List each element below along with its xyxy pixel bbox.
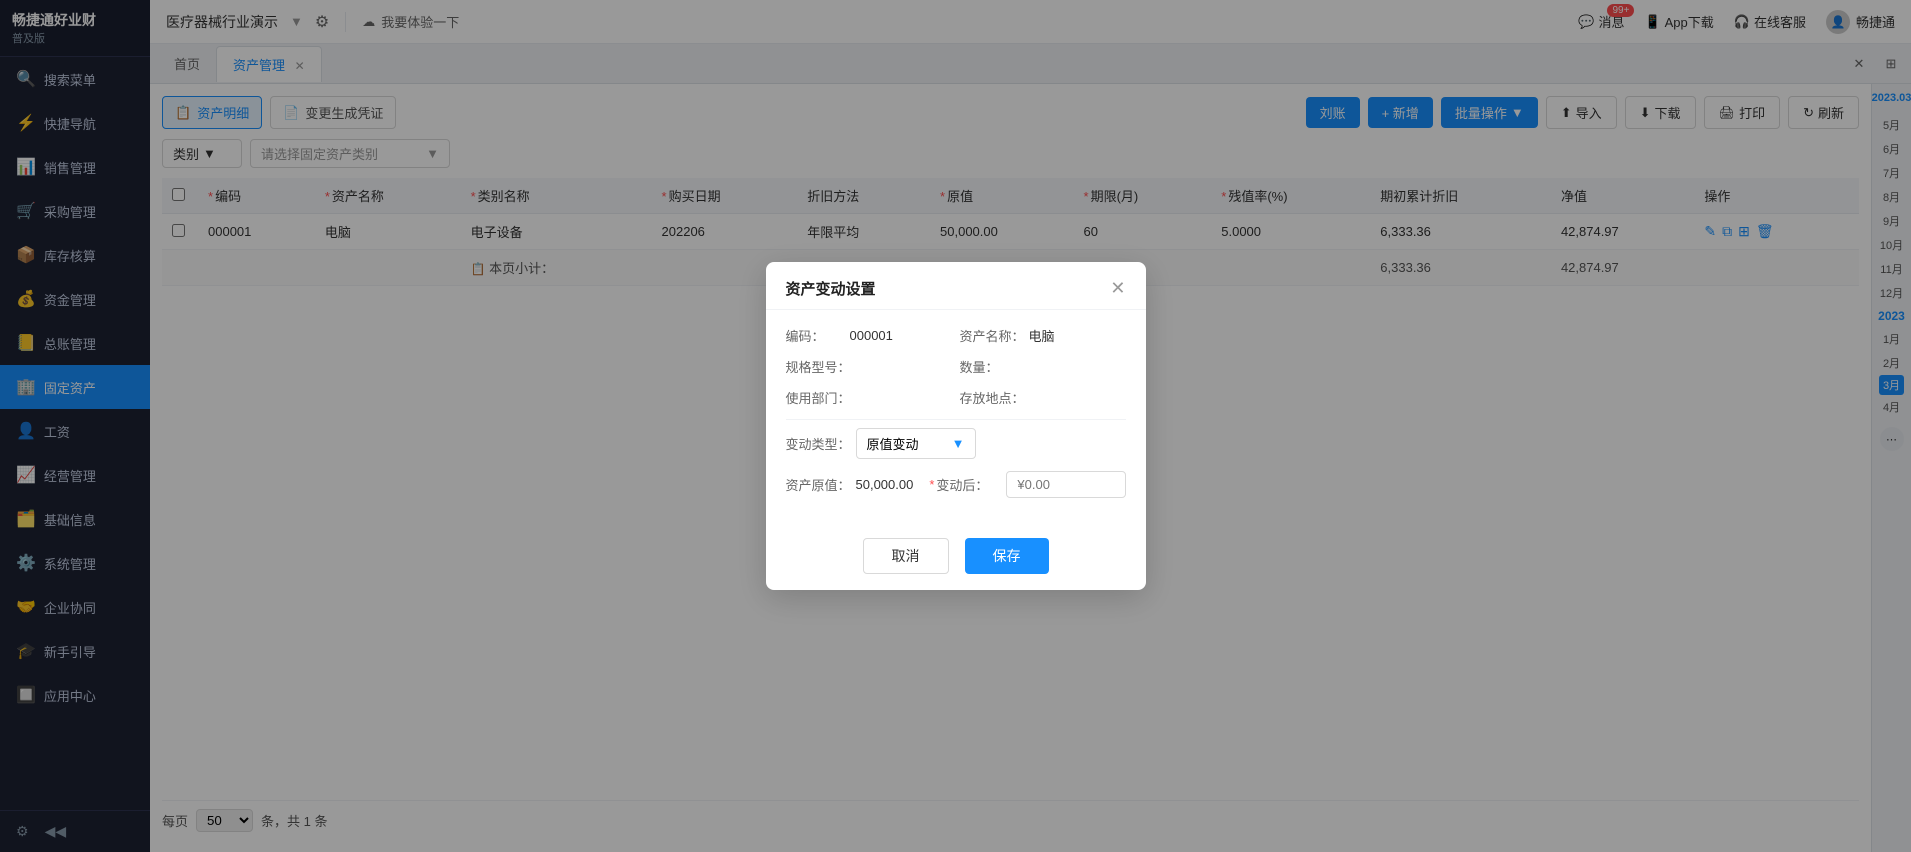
change-type-value: 原值变动 [867,434,919,453]
asset-original-value: 50,000.00 [856,477,914,492]
dialog-field-spec: 规格型号： [786,357,952,376]
required-star: * [929,477,934,492]
dialog-field-quantity: 数量： [960,357,1126,376]
spec-label: 规格型号： [786,357,851,376]
asset-name-label: 资产名称： [960,326,1025,345]
asset-original-label: 资产原值： [786,475,856,494]
dialog-field-location: 存放地点： [960,388,1126,407]
dialog-footer: 取消 保存 [766,526,1146,590]
dialog-body: 编码： 000001 资产名称： 电脑 规格型号： 数量： [766,310,1146,526]
modal-overlay: 资产变动设置 ✕ 编码： 000001 资产名称： 电脑 规格型号： [0,0,1911,852]
after-change-input[interactable] [1006,471,1126,498]
change-type-select[interactable]: 原值变动 ▼ [856,428,976,459]
quantity-label: 数量： [960,357,1020,376]
dialog-header: 资产变动设置 ✕ [766,262,1146,310]
dialog-title: 资产变动设置 [786,278,876,299]
location-label: 存放地点： [960,388,1025,407]
dialog-field-code: 编码： 000001 [786,326,952,345]
change-type-label: 变动类型： [786,434,856,453]
save-btn[interactable]: 保存 [965,538,1049,574]
asset-change-dialog: 资产变动设置 ✕ 编码： 000001 资产名称： 电脑 规格型号： [766,262,1146,590]
cancel-btn[interactable]: 取消 [863,538,949,574]
dialog-row-1: 编码： 000001 资产名称： 电脑 [786,326,1126,345]
code-value: 000001 [850,328,893,343]
code-label: 编码： [786,326,846,345]
change-type-dropdown-icon: ▼ [952,436,965,451]
dialog-field-asset-name: 资产名称： 电脑 [960,326,1126,345]
dialog-close-btn[interactable]: ✕ [1110,278,1125,299]
dialog-change-type-row: 变动类型： 原值变动 ▼ [786,428,1126,459]
dialog-row-3: 使用部门： 存放地点： [786,388,1126,407]
dialog-value-row: 资产原值： 50,000.00 * 变动后： [786,471,1126,498]
asset-name-value: 电脑 [1029,326,1055,345]
dialog-divider [786,419,1126,420]
after-change-label: 变动后： [936,475,1006,494]
dialog-row-2: 规格型号： 数量： [786,357,1126,376]
dept-label: 使用部门： [786,388,851,407]
dialog-field-dept: 使用部门： [786,388,952,407]
